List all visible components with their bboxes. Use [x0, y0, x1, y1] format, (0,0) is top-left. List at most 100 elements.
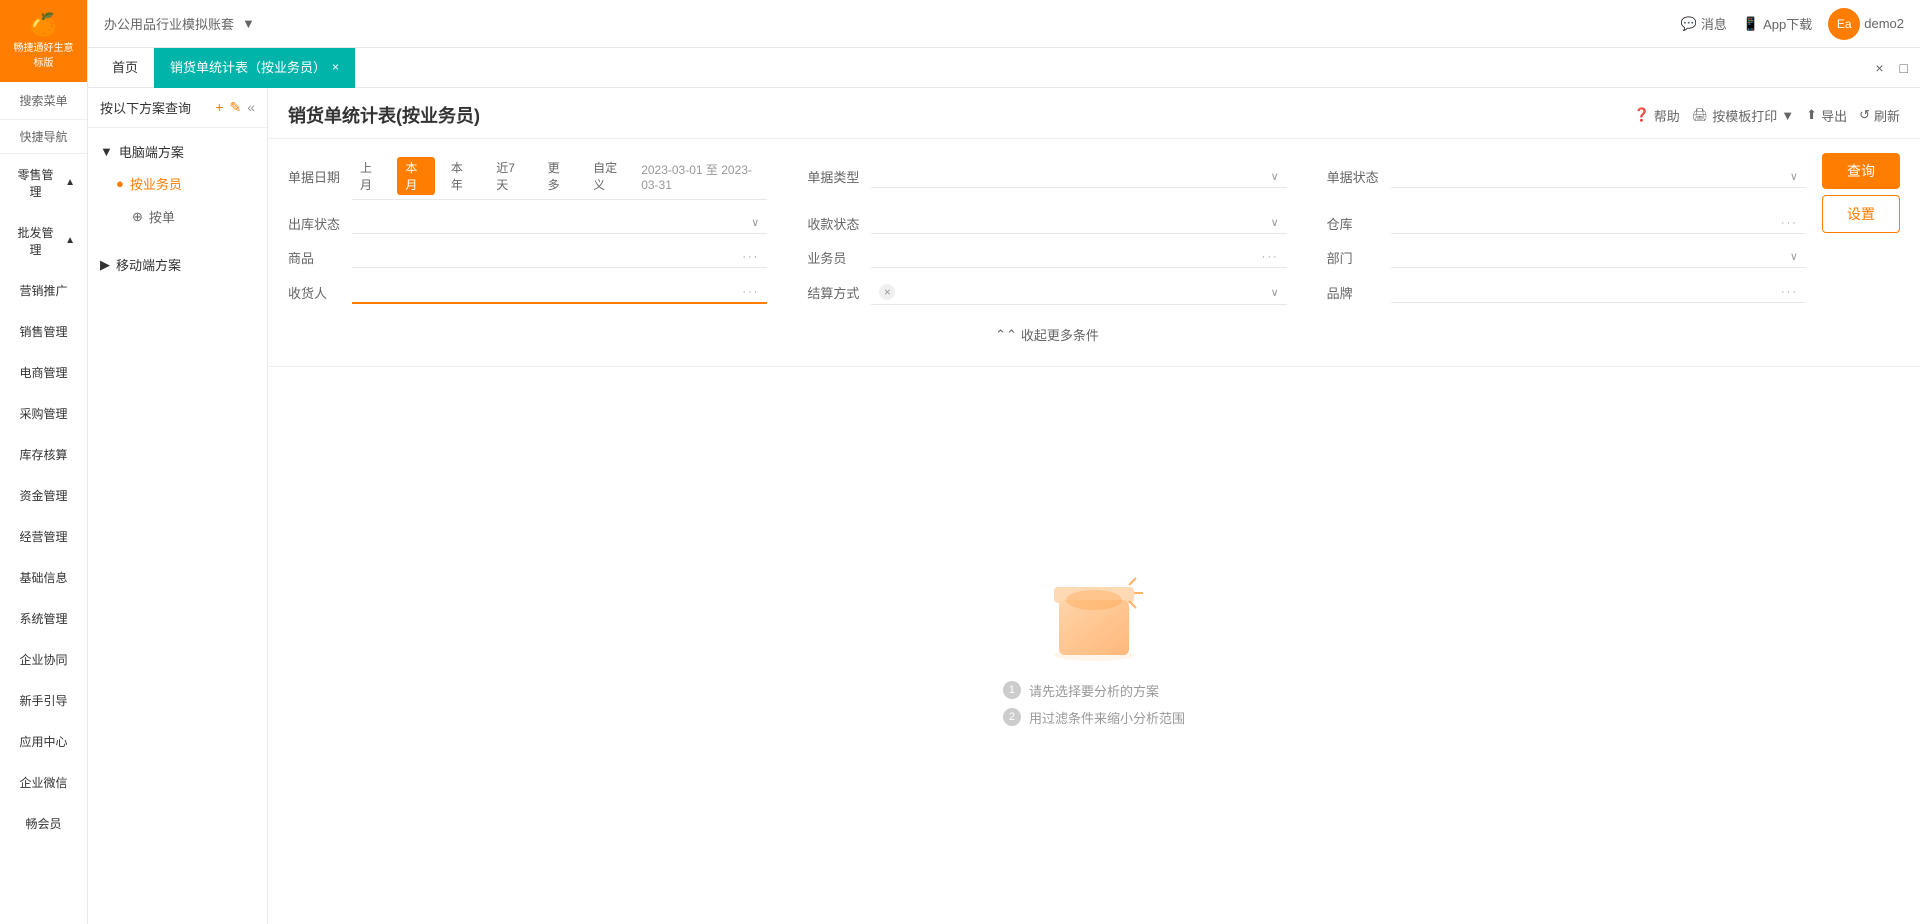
page-title: 销货单统计表(按业务员): [288, 102, 480, 128]
sidebar-item-system[interactable]: 系统管理: [0, 598, 87, 639]
pay-status-label: 收款状态: [807, 214, 863, 233]
purchase-label: 采购管理: [19, 405, 67, 422]
setting-button[interactable]: 设置: [1822, 195, 1900, 233]
help-button[interactable]: ❓ 帮助: [1634, 106, 1680, 125]
desktop-section-header[interactable]: ▼ 电脑端方案: [88, 136, 267, 167]
goods-label: 商品: [288, 248, 344, 267]
settlement-clear-button[interactable]: ×: [879, 284, 895, 300]
collapse-more-button[interactable]: ⌃⌃ 收起更多条件: [288, 317, 1806, 352]
mobile-section-header[interactable]: ▶ 移动端方案: [88, 249, 267, 280]
message-button[interactable]: 💬 消息: [1681, 14, 1727, 33]
order-scheme-icon: ⊕: [132, 209, 143, 225]
message-icon: 💬: [1681, 16, 1697, 32]
sidebar-item-wechat[interactable]: 企业微信: [0, 762, 87, 803]
tab-sales-stats[interactable]: 销货单统计表（按业务员） ×: [154, 48, 355, 88]
sidebar-item-purchase[interactable]: 采购管理: [0, 393, 87, 434]
date-year-btn[interactable]: 本年: [443, 157, 480, 195]
refresh-button[interactable]: ↺ 刷新: [1859, 106, 1900, 125]
pay-status-control[interactable]: ∨: [871, 212, 1286, 234]
bill-status-control[interactable]: ∨: [1391, 166, 1806, 188]
sidebar-item-enterprise[interactable]: 企业协同: [0, 639, 87, 680]
print-button[interactable]: 🖨 按模板打印 ▼: [1692, 106, 1794, 125]
date-7days-btn[interactable]: 近7天: [488, 157, 531, 195]
sidebar-search-menu[interactable]: 搜索菜单: [0, 82, 87, 120]
sidebar-item-sales[interactable]: 销售管理: [0, 311, 87, 352]
warehouse-label: 仓库: [1327, 214, 1383, 233]
avatar: Ea: [1828, 8, 1860, 40]
marketing-label: 营销推广: [19, 282, 67, 299]
app-center-label: 应用中心: [19, 733, 67, 750]
app-dropdown-label[interactable]: 办公用品行业模拟账套: [104, 14, 234, 33]
tab-home-label: 首页: [112, 57, 138, 76]
warehouse-more-icon: ···: [1781, 217, 1798, 229]
scheme-sub-item-order[interactable]: ⊕ 按单: [88, 200, 267, 233]
tab-home[interactable]: 首页: [96, 48, 154, 88]
date-more-btn[interactable]: 更多: [540, 157, 577, 195]
scheme-item-salesperson[interactable]: ● 按业务员: [88, 167, 267, 200]
left-panel-actions: + ✎ «: [215, 99, 255, 116]
help-label: 帮助: [1654, 106, 1680, 125]
goods-control[interactable]: ···: [352, 247, 767, 268]
sidebar-item-member[interactable]: 畅会员: [0, 803, 87, 844]
date-current-month-btn[interactable]: 本月: [397, 157, 434, 195]
department-control[interactable]: ∨: [1391, 246, 1806, 268]
sidebar-item-app-center[interactable]: 应用中心: [0, 721, 87, 762]
date-prev-month-btn[interactable]: 上月: [352, 157, 389, 195]
sidebar-logo[interactable]: 🍊 畅捷通好生意标版: [0, 0, 87, 82]
collapse-panel-button[interactable]: «: [247, 99, 255, 116]
tab-close-icon[interactable]: ×: [332, 60, 339, 74]
edit-scheme-button[interactable]: ✎: [229, 99, 241, 116]
print-dropdown-icon[interactable]: ▼: [1781, 108, 1794, 123]
guide-label: 新手引导: [19, 692, 67, 709]
inventory-label: 库存核算: [19, 446, 67, 463]
sidebar-quick-nav[interactable]: 快捷导航: [0, 120, 87, 154]
date-filter: 上月 本月 本年 近7天 更多 自定义 2023-03-01 至 2023-03…: [352, 153, 767, 200]
salesperson-control[interactable]: ···: [871, 247, 1286, 268]
refresh-label: 刷新: [1874, 106, 1900, 125]
logo-icon: 🍊: [8, 10, 79, 41]
settlement-control[interactable]: × ∨: [871, 280, 1286, 305]
dropdown-icon[interactable]: ▼: [242, 16, 255, 31]
sidebar: 🍊 畅捷通好生意标版 搜索菜单 快捷导航 零售管理 ▲ 批发管理 ▲ 营销推广 …: [0, 0, 88, 924]
brand-control[interactable]: ···: [1391, 282, 1806, 303]
user-menu[interactable]: Ea demo2: [1828, 8, 1904, 40]
stock-status-control[interactable]: ∨: [352, 212, 767, 234]
sidebar-item-marketing[interactable]: 营销推广: [0, 270, 87, 311]
date-custom-btn[interactable]: 自定义: [585, 157, 633, 195]
salesperson-more-icon: ···: [1262, 251, 1279, 263]
tab-maximize-icon[interactable]: □: [1896, 56, 1912, 80]
mobile-section-label: 移动端方案: [116, 255, 181, 274]
department-label: 部门: [1327, 248, 1383, 267]
receiver-control[interactable]: ···: [352, 282, 767, 304]
sidebar-item-inventory[interactable]: 库存核算: [0, 434, 87, 475]
tab-close-all-icon[interactable]: ×: [1871, 56, 1887, 80]
bill-type-control[interactable]: ∨: [871, 166, 1286, 188]
sidebar-item-wholesale[interactable]: 批发管理 ▲: [0, 212, 87, 270]
user-name: demo2: [1864, 16, 1904, 31]
sidebar-item-ecommerce[interactable]: 电商管理: [0, 352, 87, 393]
sidebar-item-guide[interactable]: 新手引导: [0, 680, 87, 721]
empty-svg: [1034, 565, 1154, 665]
salesperson-label: 业务员: [807, 248, 863, 267]
sidebar-item-finance[interactable]: 资金管理: [0, 475, 87, 516]
add-scheme-button[interactable]: +: [215, 99, 223, 116]
app-download-button[interactable]: 📱 App下载: [1743, 14, 1812, 33]
empty-state: 1 请先选择要分析的方案 2 用过滤条件来缩小分析范围: [268, 367, 1920, 924]
search-menu-label: 搜索菜单: [8, 92, 79, 109]
refresh-icon: ↺: [1859, 107, 1870, 123]
department-dropdown-icon: ∨: [1790, 250, 1798, 263]
mobile-scheme-section: ▶ 移动端方案: [88, 241, 267, 288]
filter-receiver-item: 收货人 ···: [288, 282, 767, 304]
warehouse-control[interactable]: ···: [1391, 213, 1806, 234]
tabs-actions: × □: [1871, 56, 1912, 80]
desktop-scheme-section: ▼ 电脑端方案 ● 按业务员 ⊕ 按单: [88, 128, 267, 241]
export-button[interactable]: ⬆ 导出: [1806, 106, 1847, 125]
sidebar-item-basic[interactable]: 基础信息: [0, 557, 87, 598]
quick-nav-label: 快捷导航: [0, 128, 87, 145]
stock-status-label: 出库状态: [288, 214, 344, 233]
sidebar-item-operations[interactable]: 经营管理: [0, 516, 87, 557]
query-button[interactable]: 查询: [1822, 153, 1900, 189]
left-panel-header: 按以下方案查询 + ✎ «: [88, 88, 267, 128]
stock-status-dropdown-icon: ∨: [751, 216, 759, 229]
sidebar-item-retail[interactable]: 零售管理 ▲: [0, 154, 87, 212]
